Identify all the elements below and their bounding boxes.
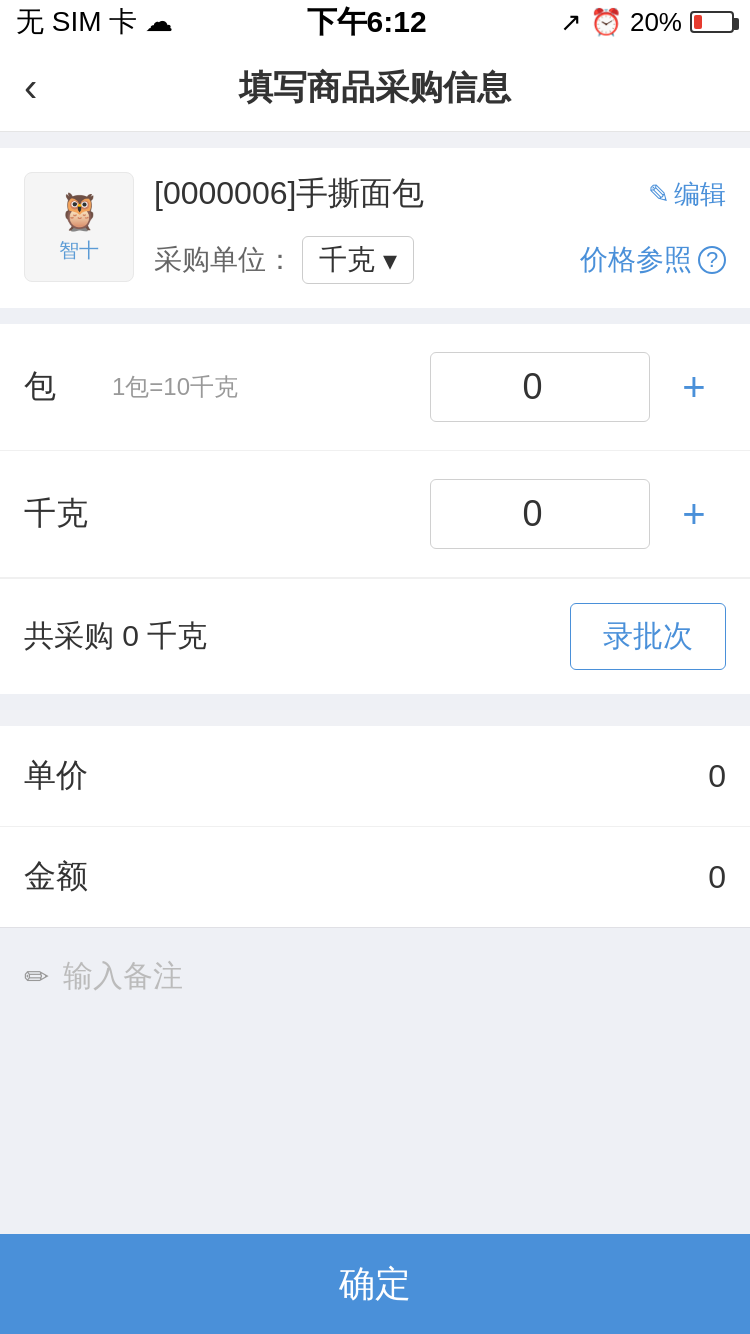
price-ref-info-icon: ? — [698, 246, 726, 274]
price-value: 0 — [708, 758, 726, 795]
quantity-input-wrap-kg: + — [430, 479, 726, 549]
product-image: 🦉 智十 — [24, 172, 134, 282]
quantity-row-bao: 包 1包=10千克 + — [0, 324, 750, 451]
quantity-input-wrap-bao: + — [430, 352, 726, 422]
status-bar: 无 SIM 卡 ☁ 下午6:12 ↗ ⏰ 20% — [0, 0, 750, 44]
product-image-icon: 🦉 — [57, 191, 102, 233]
product-card: 🦉 智十 [0000006]手撕面包 ✎ 编辑 采购单位： 千克 ▾ 价格参照 … — [0, 148, 750, 308]
pencil-icon: ✏ — [24, 959, 49, 994]
price-ref-button[interactable]: 价格参照 ? — [580, 241, 726, 279]
record-batch-button[interactable]: 录批次 — [570, 603, 726, 670]
plus-button-kg[interactable]: + — [662, 482, 726, 546]
quantity-row-kg: 千克 + — [0, 451, 750, 578]
summary-text: 共采购 0 千克 — [24, 616, 207, 657]
unit-label: 采购单位： — [154, 241, 294, 279]
page-title: 填写商品采购信息 — [239, 65, 511, 111]
quantity-label-kg: 千克 — [24, 492, 104, 536]
info-section: 单价 0 金额 0 — [0, 726, 750, 927]
confirm-button[interactable]: 确定 — [0, 1234, 750, 1334]
edit-button[interactable]: ✎ 编辑 — [648, 177, 726, 212]
amount-value: 0 — [708, 859, 726, 896]
product-name: [0000006]手撕面包 — [154, 172, 424, 216]
notes-section[interactable]: ✏ 输入备注 — [0, 927, 750, 1025]
plus-button-bao[interactable]: + — [662, 355, 726, 419]
nav-header: ‹ 填写商品采购信息 — [0, 44, 750, 132]
unit-row: 采购单位： 千克 ▾ 价格参照 ? — [154, 236, 726, 284]
quantity-input-kg[interactable] — [430, 479, 650, 549]
notes-placeholder: 输入备注 — [63, 956, 183, 997]
back-button[interactable]: ‹ — [24, 65, 37, 110]
status-right: ↗ ⏰ 20% — [560, 7, 734, 38]
product-name-row: [0000006]手撕面包 ✎ 编辑 — [154, 172, 726, 216]
price-label: 单价 — [24, 754, 88, 798]
dropdown-arrow-icon: ▾ — [383, 244, 397, 277]
quantity-sub-label-bao: 1包=10千克 — [112, 371, 430, 403]
divider-1 — [0, 308, 750, 324]
info-row-amount: 金额 0 — [0, 827, 750, 927]
edit-icon: ✎ — [648, 179, 670, 210]
alarm-icon: ⏰ — [590, 7, 622, 38]
summary-row: 共采购 0 千克 录批次 — [0, 578, 750, 694]
quantity-section: 包 1包=10千克 + 千克 + — [0, 324, 750, 578]
product-image-text: 智十 — [59, 237, 99, 264]
quantity-input-bao[interactable] — [430, 352, 650, 422]
status-time: 下午6:12 — [307, 2, 427, 43]
amount-label: 金额 — [24, 855, 88, 899]
battery-icon — [690, 11, 734, 33]
battery-percent: 20% — [630, 7, 682, 38]
divider-2 — [0, 694, 750, 710]
location-icon: ↗ — [560, 7, 582, 38]
sim-status: 无 SIM 卡 ☁ — [16, 3, 173, 41]
info-row-price: 单价 0 — [0, 726, 750, 827]
quantity-label-bao: 包 — [24, 365, 104, 409]
summary-amount: 0 — [122, 619, 147, 652]
battery-fill — [694, 15, 702, 29]
status-left: 无 SIM 卡 ☁ — [16, 3, 173, 41]
unit-select[interactable]: 千克 ▾ — [302, 236, 414, 284]
product-info: [0000006]手撕面包 ✎ 编辑 采购单位： 千克 ▾ 价格参照 ? — [154, 172, 726, 284]
